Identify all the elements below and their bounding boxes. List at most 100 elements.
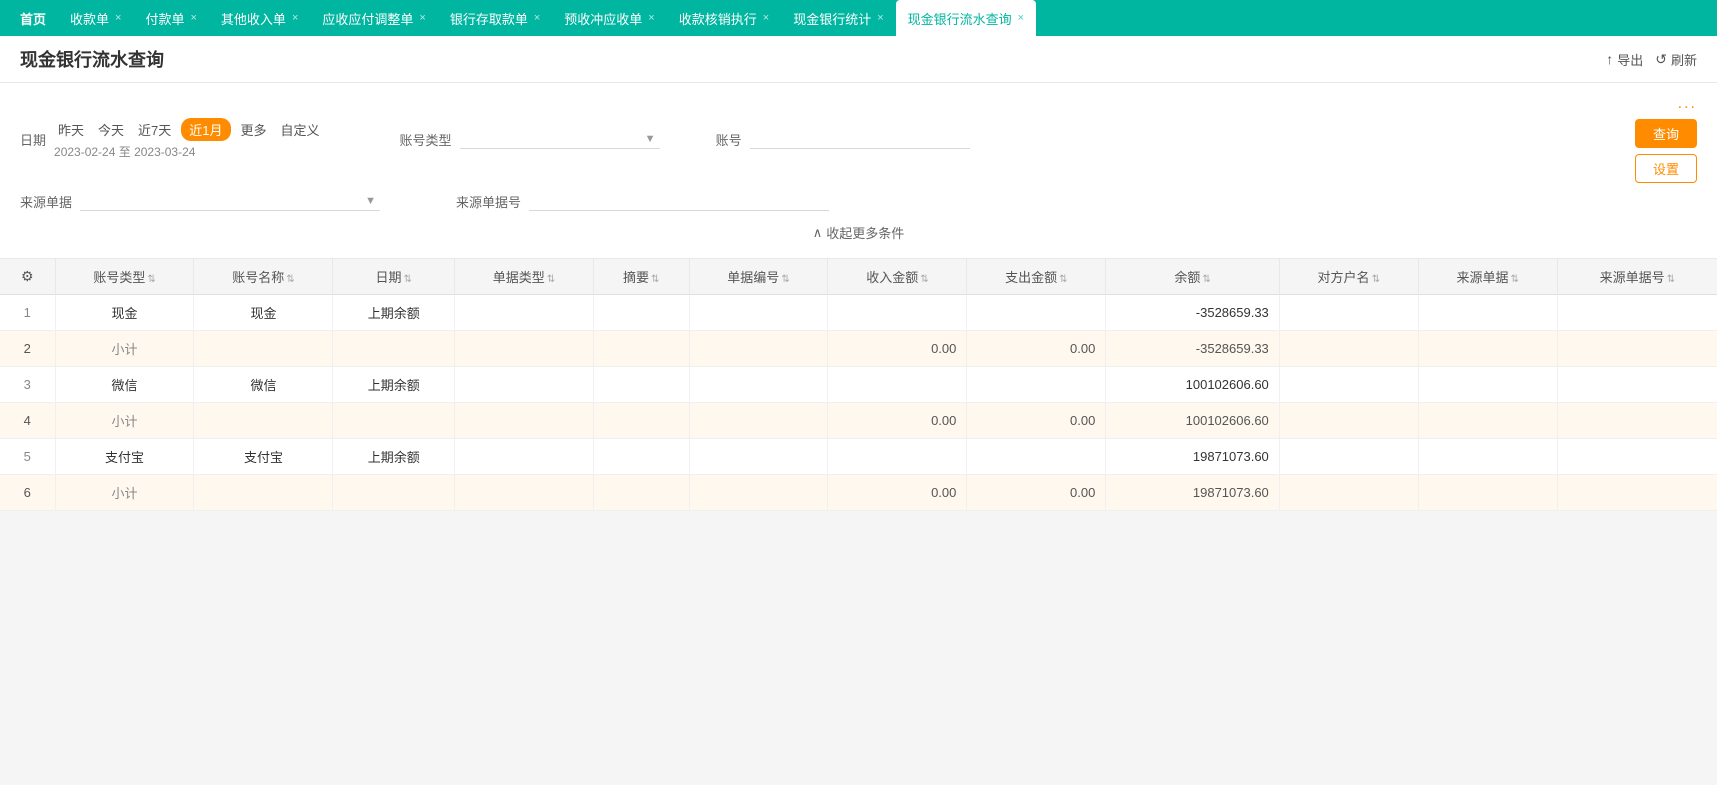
cell-account_type: 支付宝 (55, 439, 194, 475)
cell-date: 上期余额 (333, 295, 455, 331)
account-filter-group: 账号 (716, 129, 970, 149)
nav-tab[interactable]: 其他收入单× (209, 0, 310, 36)
filter-row-2: 来源单据 ▼ 来源单据号 (20, 191, 1697, 211)
cell-source_doc (1418, 295, 1557, 331)
cell-account_name: 支付宝 (194, 439, 333, 475)
col-date[interactable]: 日期⇅ (333, 259, 455, 295)
date-shortcut-昨天[interactable]: 昨天 (54, 119, 88, 140)
cell-doc_no (689, 475, 828, 511)
col-account_name[interactable]: 账号名称⇅ (194, 259, 333, 295)
tab-close-icon[interactable]: × (419, 12, 425, 24)
col-summary[interactable]: 摘要⇅ (593, 259, 689, 295)
col-balance[interactable]: 余额⇅ (1106, 259, 1279, 295)
cell-date (333, 403, 455, 439)
col-label-account_name: 账号名称 (232, 270, 284, 285)
cell-doc_type (455, 475, 594, 511)
cell-balance: -3528659.33 (1106, 331, 1279, 367)
settings-button[interactable]: 设置 (1635, 154, 1697, 183)
more-options-button[interactable]: ... (1635, 95, 1697, 113)
col-label-balance: 余额 (1174, 270, 1200, 285)
tab-close-icon[interactable]: × (648, 12, 654, 24)
export-button[interactable]: ↑ 导出 (1606, 50, 1643, 69)
cell-income (828, 439, 967, 475)
top-nav: 首页 收款单×付款单×其他收入单×应收应付调整单×银行存取款单×预收冲应收单×收… (0, 0, 1717, 36)
col-source_doc_no[interactable]: 来源单据号⇅ (1557, 259, 1717, 295)
cell-counterpart (1279, 367, 1418, 403)
nav-tab[interactable]: 现金银行流水查询× (896, 0, 1036, 36)
refresh-label: 刷新 (1671, 50, 1697, 69)
nav-tab[interactable]: 收款核销执行× (667, 0, 781, 36)
account-type-select[interactable] (460, 129, 660, 149)
nav-tab[interactable]: 收款单 × (58, 0, 133, 36)
subtotal-label: 小计 (112, 342, 138, 357)
tab-close-icon[interactable]: × (877, 12, 883, 24)
source-doc-no-input[interactable] (529, 191, 829, 211)
cell-account_name (194, 331, 333, 367)
chevron-up-icon: ∧ (813, 225, 823, 241)
table-header-row: ⚙账号类型⇅账号名称⇅日期⇅单据类型⇅摘要⇅单据编号⇅收入金额⇅支出金额⇅余额⇅… (0, 259, 1717, 295)
tab-close-icon[interactable]: × (1018, 12, 1024, 24)
refresh-button[interactable]: ↺ 刷新 (1655, 50, 1697, 69)
cell-doc_no (689, 403, 828, 439)
cell-summary (593, 367, 689, 403)
table-row: 6小计0.000.0019871073.60 (0, 475, 1717, 511)
date-shortcut-自定义[interactable]: 自定义 (277, 119, 324, 140)
tab-close-icon[interactable]: × (292, 12, 298, 24)
nav-tab[interactable]: 银行存取款单 × (438, 0, 552, 36)
source-doc-select[interactable] (80, 191, 380, 211)
cell-date (333, 331, 455, 367)
cell-expense: 0.00 (967, 403, 1106, 439)
cell-date: 上期余额 (333, 367, 455, 403)
nav-tab[interactable]: 应收应付调整单 × (310, 0, 437, 36)
col-settings: ⚙ (0, 259, 55, 295)
col-doc_type[interactable]: 单据类型⇅ (455, 259, 594, 295)
cell-doc_type (455, 367, 594, 403)
cell-income (828, 295, 967, 331)
cell-expense (967, 439, 1106, 475)
cell-account_name (194, 475, 333, 511)
date-shortcut-近7天[interactable]: 近7天 (134, 119, 175, 140)
nav-tab[interactable]: 付款单× (133, 0, 208, 36)
cell-doc_type (455, 403, 594, 439)
col-account_type[interactable]: 账号类型⇅ (55, 259, 194, 295)
col-doc_no[interactable]: 单据编号⇅ (689, 259, 828, 295)
table-row: 5支付宝支付宝上期余额19871073.60 (0, 439, 1717, 475)
date-shortcut-近1月[interactable]: 近1月 (181, 118, 230, 141)
cell-source_doc_no (1557, 295, 1717, 331)
cell-doc_no (689, 367, 828, 403)
tab-label: 应收应付调整单 (322, 9, 413, 28)
tab-label: 收款单 (70, 9, 109, 28)
tab-close-icon[interactable]: × (115, 12, 121, 24)
gear-icon[interactable]: ⚙ (21, 268, 34, 284)
export-icon: ↑ (1606, 51, 1613, 67)
collapse-button[interactable]: ∧ 收起更多条件 (813, 223, 905, 242)
account-label: 账号 (716, 130, 742, 149)
account-input[interactable] (750, 129, 970, 149)
date-shortcut-今天[interactable]: 今天 (94, 119, 128, 140)
tab-close-icon[interactable]: × (190, 12, 196, 24)
sort-icon-date: ⇅ (404, 274, 412, 285)
table-container: ⚙账号类型⇅账号名称⇅日期⇅单据类型⇅摘要⇅单据编号⇅收入金额⇅支出金额⇅余额⇅… (0, 259, 1717, 511)
sort-icon-balance: ⇅ (1202, 274, 1210, 285)
col-expense[interactable]: 支出金额⇅ (967, 259, 1106, 295)
col-counterpart[interactable]: 对方户名⇅ (1279, 259, 1418, 295)
nav-tab[interactable]: 预收冲应收单× (552, 0, 666, 36)
col-label-account_type: 账号类型 (93, 270, 145, 285)
nav-tab[interactable]: 现金银行统计 × (781, 0, 895, 36)
tab-label: 现金银行统计 (793, 9, 871, 28)
cell-income: 0.00 (828, 475, 967, 511)
query-button[interactable]: 查询 (1635, 119, 1697, 148)
cell-row_num: 4 (0, 403, 55, 439)
right-buttons: ... 查询 设置 (1635, 95, 1697, 183)
nav-home[interactable]: 首页 (8, 0, 58, 36)
col-source_doc[interactable]: 来源单据⇅ (1418, 259, 1557, 295)
tab-label: 银行存取款单 (450, 9, 528, 28)
cell-counterpart (1279, 475, 1418, 511)
collapse-bar: ∧ 收起更多条件 (20, 219, 1697, 250)
cell-doc_no (689, 439, 828, 475)
date-shortcut-更多[interactable]: 更多 (237, 119, 271, 140)
col-income[interactable]: 收入金额⇅ (828, 259, 967, 295)
cell-source_doc (1418, 331, 1557, 367)
tab-close-icon[interactable]: × (534, 12, 540, 24)
tab-close-icon[interactable]: × (763, 12, 769, 24)
